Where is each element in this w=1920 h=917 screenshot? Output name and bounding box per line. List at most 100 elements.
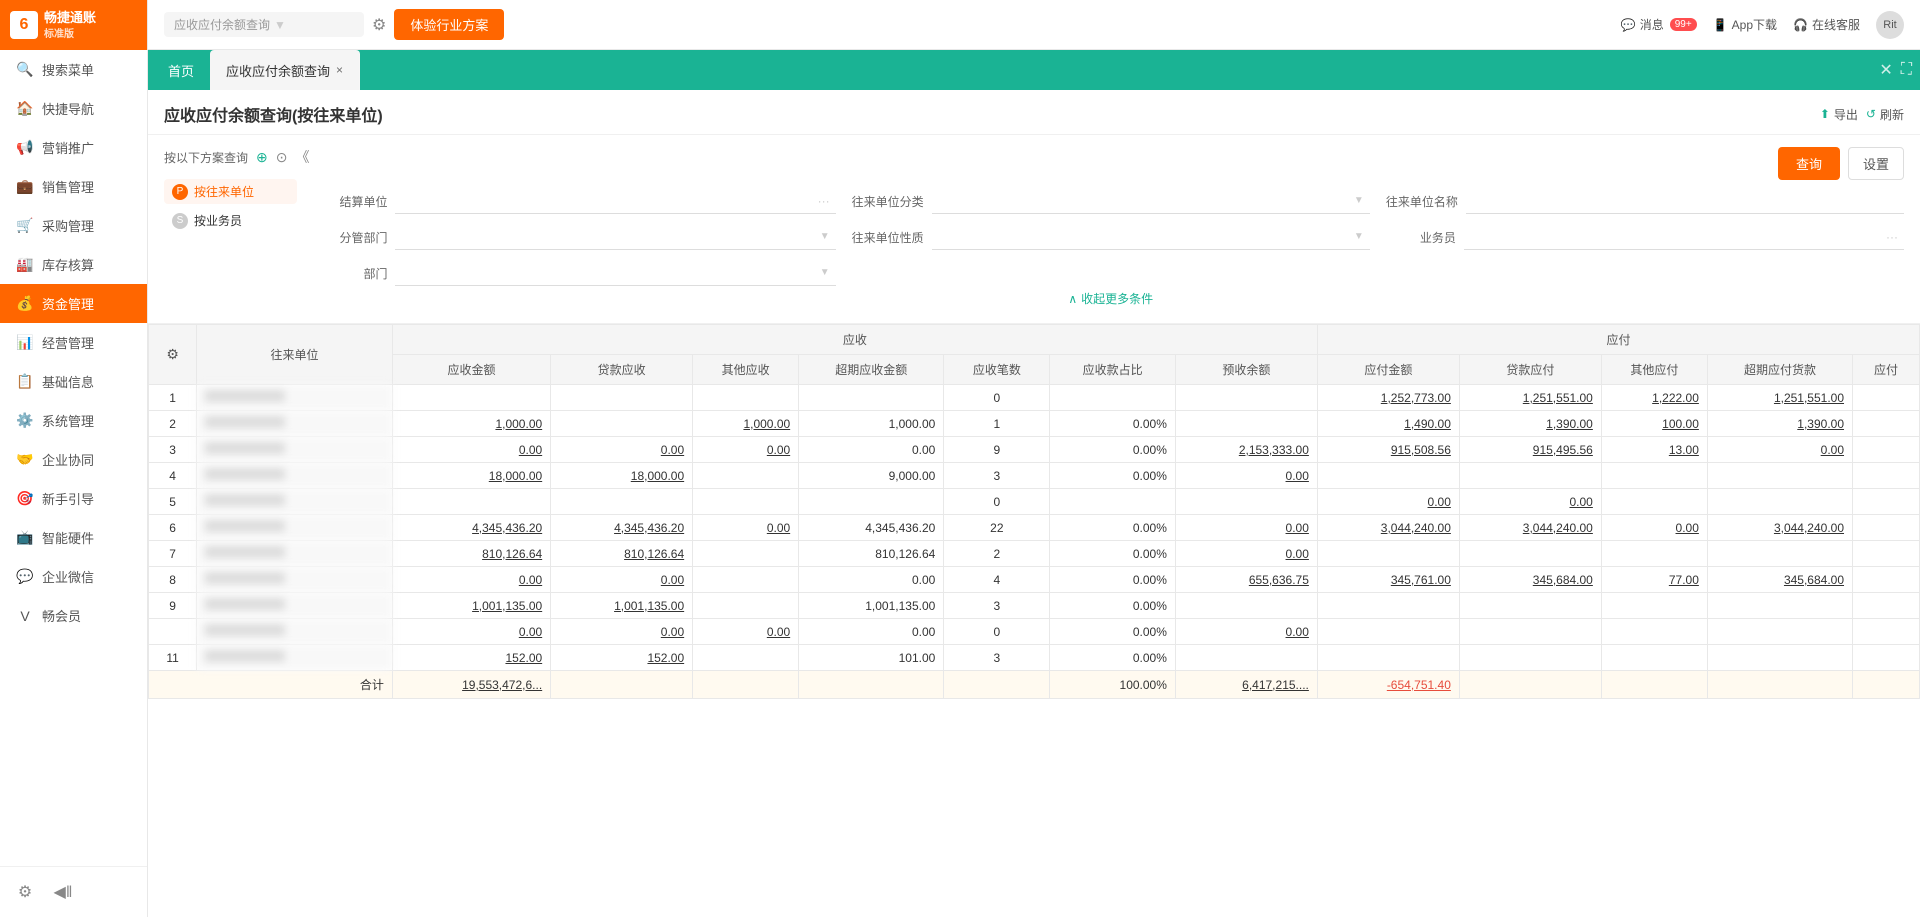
table-cell[interactable]: 915,508.56 [1317,437,1459,463]
table-cell[interactable]: 0.00 [551,437,693,463]
total-ar-amount[interactable]: 19,553,472,6... [392,671,550,699]
table-cell[interactable]: 0.00 [693,515,799,541]
filter-input-settlement[interactable]: ··· [395,188,835,214]
sidebar-item-quicknav[interactable]: 🏠 快捷导航 [0,89,147,128]
tab-close-all-btn[interactable]: ✕ [1879,60,1892,80]
sidebar-item-marketing[interactable]: 📢 营销推广 [0,128,147,167]
filter-input-staff[interactable]: ··· [1464,224,1904,250]
query-button[interactable]: 查询 [1778,147,1840,180]
table-cell[interactable]: 152.00 [392,645,550,671]
table-cell[interactable]: 18,000.00 [551,463,693,489]
table-cell[interactable]: 3,044,240.00 [1707,515,1852,541]
table-cell[interactable]: 345,761.00 [1317,567,1459,593]
table-cell[interactable]: 1,251,551.00 [1459,385,1601,411]
table-cell[interactable]: 1,490.00 [1317,411,1459,437]
breadcrumb[interactable]: 应收应付余额查询 ▼ [164,12,364,37]
table-cell[interactable]: 1,000.00 [693,411,799,437]
table-cell[interactable]: 77.00 [1601,567,1707,593]
sidebar-item-search[interactable]: 🔍 搜索菜单 [0,50,147,89]
table-cell[interactable]: 2,153,333.00 [1175,437,1317,463]
total-ar-advance[interactable]: 6,417,215.... [1175,671,1317,699]
tab-home[interactable]: 首页 [152,61,210,80]
filter-input-dept[interactable]: ▼ [395,224,835,250]
table-cell[interactable]: 345,684.00 [1459,567,1601,593]
table-cell[interactable]: 152.00 [551,645,693,671]
sidebar-item-sales[interactable]: 💼 销售管理 [0,167,147,206]
app-download-btn[interactable]: 📱 App下载 [1713,16,1777,33]
filter-input-subdept[interactable]: ▼ [395,260,835,286]
table-cell[interactable]: 0.00 [392,619,550,645]
sidebar-item-guide[interactable]: 🎯 新手引导 [0,479,147,518]
messages-btn[interactable]: 💬 消息 99+ [1621,16,1697,33]
table-cell[interactable]: 13.00 [1601,437,1707,463]
service-btn[interactable]: 🎧 在线客服 [1793,16,1860,33]
total-ap-amount[interactable]: -654,751.40 [1317,671,1459,699]
sidebar-item-capital[interactable]: 💰 资金管理 [0,284,147,323]
table-cell[interactable]: 0.00 [551,619,693,645]
table-cell[interactable]: 0.00 [1175,541,1317,567]
filter-input-partnername[interactable] [1466,188,1904,214]
user-avatar[interactable]: Rit [1876,11,1904,39]
table-cell[interactable]: 0.00 [1175,515,1317,541]
sidebar-item-hardware[interactable]: 📺 智能硬件 [0,518,147,557]
table-cell[interactable]: 1,390.00 [1707,411,1852,437]
filter-row-partnernature: 往来单位性质 ▼ [852,224,1370,250]
tab-fullscreen-btn[interactable]: ⛶ [1901,61,1912,79]
sidebar-item-wechat[interactable]: 💬 企业微信 [0,557,147,596]
table-settings-icon[interactable]: ⚙ [149,325,197,385]
filter-input-partnercat[interactable]: ▼ [932,188,1370,214]
refresh-btn[interactable]: ↺ 刷新 [1866,106,1904,123]
header-gear-icon[interactable]: ⚙ [372,15,386,35]
scheme-bystaff[interactable]: S 按业务员 [164,208,297,233]
tab-arquery-close[interactable]: × [336,63,343,77]
trial-button[interactable]: 体验行业方案 [394,9,504,40]
filter-collapse-btn[interactable]: ∧ 收起更多条件 [317,286,1904,311]
sidebar-item-system[interactable]: ⚙️ 系统管理 [0,401,147,440]
table-cell[interactable]: 0.00 [392,437,550,463]
tab-arquery[interactable]: 应收应付余额查询 × [210,50,360,90]
table-cell[interactable]: 345,684.00 [1707,567,1852,593]
sidebar-item-inventory[interactable]: 🏭 库存核算 [0,245,147,284]
table-cell[interactable]: 810,126.64 [551,541,693,567]
table-cell[interactable]: 1,252,773.00 [1317,385,1459,411]
table-cell[interactable]: 0.00 [1175,463,1317,489]
table-cell[interactable]: 0.00 [693,437,799,463]
table-cell[interactable]: 1,251,551.00 [1707,385,1852,411]
table-cell[interactable]: 3,044,240.00 [1317,515,1459,541]
table-cell[interactable]: 1,001,135.00 [392,593,550,619]
table-cell[interactable]: 0.00 [693,619,799,645]
filter-input-partnernature[interactable]: ▼ [932,224,1370,250]
table-cell[interactable]: 0.00 [551,567,693,593]
table-cell[interactable]: 18,000.00 [392,463,550,489]
table-cell[interactable]: 100.00 [1601,411,1707,437]
settings-button[interactable]: 设置 [1848,147,1904,180]
table-cell[interactable]: 0.00 [1601,515,1707,541]
table-cell[interactable]: 1,000.00 [392,411,550,437]
table-cell[interactable]: 1,222.00 [1601,385,1707,411]
sidebar-item-corp[interactable]: 🤝 企业协同 [0,440,147,479]
table-cell[interactable]: 4,345,436.20 [551,515,693,541]
sidebar-item-base[interactable]: 📋 基础信息 [0,362,147,401]
filter-collapse-left-btn[interactable]: 《 [295,147,309,167]
table-cell[interactable]: 0.00 [1175,619,1317,645]
sidebar-item-vip[interactable]: V 畅会员 [0,596,147,635]
table-cell[interactable]: 3,044,240.00 [1459,515,1601,541]
table-cell[interactable]: 0.00 [1707,437,1852,463]
sidebar-item-operation[interactable]: 📊 经营管理 [0,323,147,362]
table-cell[interactable]: 0.00 [1459,489,1601,515]
table-cell[interactable]: 810,126.64 [392,541,550,567]
table-cell[interactable]: 915,495.56 [1459,437,1601,463]
export-btn[interactable]: ⬆ 导出 [1820,106,1858,123]
filter-add-btn[interactable]: ⊕ [256,149,268,166]
collapse-footer-btn[interactable]: ◀‖ [48,877,78,907]
sidebar-item-purchase[interactable]: 🛒 采购管理 [0,206,147,245]
table-cell[interactable]: 4,345,436.20 [392,515,550,541]
filter-scheme-settings-btn[interactable]: ⊙ [276,149,288,166]
table-cell[interactable]: 1,001,135.00 [551,593,693,619]
scheme-bypartner[interactable]: P 按往来单位 [164,179,297,204]
settings-footer-btn[interactable]: ⚙ [10,877,40,907]
table-cell[interactable]: 0.00 [392,567,550,593]
table-cell[interactable]: 0.00 [1317,489,1459,515]
table-cell[interactable]: 655,636.75 [1175,567,1317,593]
table-cell[interactable]: 1,390.00 [1459,411,1601,437]
